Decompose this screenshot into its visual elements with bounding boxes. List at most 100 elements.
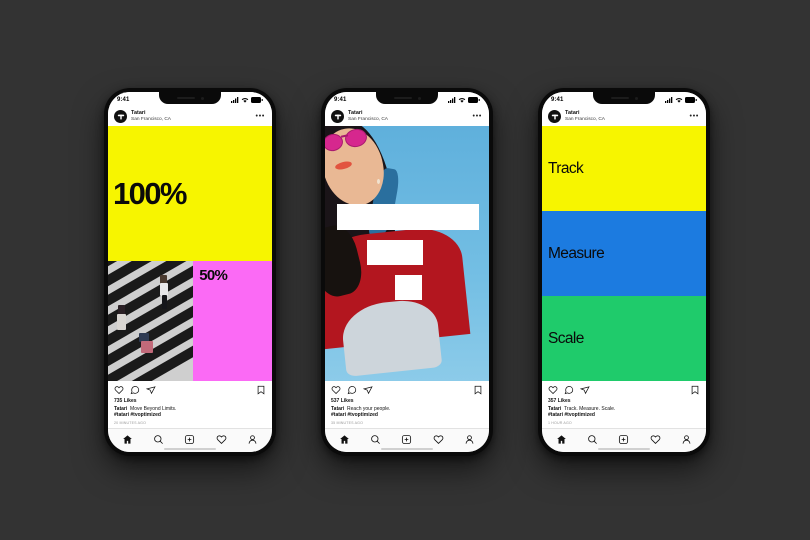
color-bands-creative: Track Measure Scale (542, 126, 706, 381)
home-icon[interactable] (122, 434, 133, 445)
likes-count[interactable]: 537 Likes (331, 398, 483, 404)
account-name[interactable]: Tatari (131, 110, 256, 116)
status-time: 9:41 (117, 96, 130, 103)
scene: 9:41 Tatari San Francisco, CA ••• 100% 5… (0, 0, 810, 540)
person-icon[interactable] (681, 434, 692, 445)
creative-lower-row: 50% (108, 261, 272, 381)
band-label: Measure (548, 244, 605, 262)
status-icons (231, 96, 263, 103)
band-track: Track (542, 126, 706, 211)
caption-text: Track. Measure. Scale. (564, 405, 616, 412)
pedestrian-figure (117, 314, 126, 331)
caption-account-name[interactable]: Tatari (548, 406, 561, 412)
home-icon[interactable] (339, 434, 350, 445)
more-options-button[interactable]: ••• (473, 113, 483, 120)
notch (159, 92, 221, 104)
search-icon[interactable] (587, 434, 598, 445)
heart-icon[interactable] (433, 434, 444, 445)
wifi-icon (241, 97, 249, 103)
status-time: 9:41 (334, 96, 347, 103)
speaker-grille (393, 97, 412, 99)
post-timestamp: 35 MINUTES AGO (331, 420, 364, 425)
signal-icon (448, 96, 456, 103)
more-options-button[interactable]: ••• (690, 113, 700, 120)
plus-box-icon[interactable] (401, 434, 412, 445)
person-icon[interactable] (464, 434, 475, 445)
post-media-1[interactable]: 100% 50% (108, 126, 272, 381)
band-label: Scale (548, 329, 584, 347)
caption-account-name[interactable]: Tatari (331, 406, 344, 412)
band-measure: Measure (542, 210, 706, 296)
signal-icon (231, 96, 239, 103)
portrait-photo (325, 126, 489, 381)
phone-screen-3: 9:41 Tatari San Francisco, CA ••• Track … (542, 92, 706, 452)
post-caption-1: 735 Likes Tatari Move Beyond Limits. #ta… (108, 396, 272, 428)
search-icon[interactable] (370, 434, 381, 445)
post-account-info: Tatari San Francisco, CA (348, 110, 473, 122)
caption-hashtags[interactable]: #tatari #tvoptimized (548, 412, 700, 418)
battery-icon (468, 96, 480, 103)
post-timestamp: 20 MINUTES AGO (114, 420, 147, 425)
account-name[interactable]: Tatari (565, 110, 690, 116)
home-indicator (598, 447, 650, 450)
plus-box-icon[interactable] (618, 434, 629, 445)
send-icon[interactable] (363, 385, 373, 395)
creative-headline-panel: 100% (108, 126, 272, 262)
likes-count[interactable]: 357 Likes (548, 398, 700, 404)
plus-box-icon[interactable] (184, 434, 195, 445)
band-scale: Scale (542, 295, 706, 381)
tatari-logo-icon (117, 114, 124, 119)
likes-count[interactable]: 735 Likes (114, 398, 266, 404)
account-location[interactable]: San Francisco, CA (131, 117, 256, 123)
home-icon[interactable] (556, 434, 567, 445)
comment-icon[interactable] (347, 385, 357, 395)
heart-icon[interactable] (216, 434, 227, 445)
notch (593, 92, 655, 104)
signal-icon (665, 96, 673, 103)
heart-icon[interactable] (331, 385, 341, 395)
comment-icon[interactable] (130, 385, 140, 395)
person-icon[interactable] (247, 434, 258, 445)
heart-icon[interactable] (650, 434, 661, 445)
post-header-2: Tatari San Francisco, CA ••• (325, 107, 489, 126)
caption-text: Move Beyond Limits. (130, 405, 177, 412)
heart-icon[interactable] (114, 385, 124, 395)
caption-line: Tatari Move Beyond Limits. (114, 406, 266, 412)
account-location[interactable]: San Francisco, CA (565, 117, 690, 123)
bookmark-icon[interactable] (690, 385, 700, 395)
comment-icon[interactable] (564, 385, 574, 395)
heart-icon[interactable] (548, 385, 558, 395)
post-media-2[interactable] (325, 126, 489, 381)
action-group (548, 385, 590, 395)
send-icon[interactable] (146, 385, 156, 395)
caption-account-name[interactable]: Tatari (114, 406, 127, 412)
bookmark-icon[interactable] (256, 385, 266, 395)
post-caption-3: 357 Likes Tatari Track. Measure. Scale. … (542, 396, 706, 428)
phone-screen-1: 9:41 Tatari San Francisco, CA ••• 100% 5… (108, 92, 272, 452)
battery-icon (251, 96, 263, 103)
post-actions-3 (542, 380, 706, 397)
front-camera (200, 96, 204, 100)
post-actions-1 (108, 380, 272, 397)
send-icon[interactable] (580, 385, 590, 395)
notch (376, 92, 438, 104)
status-icons (665, 96, 697, 103)
speaker-grille (176, 97, 195, 99)
post-account-info: Tatari San Francisco, CA (565, 110, 690, 122)
account-name[interactable]: Tatari (348, 110, 473, 116)
avatar[interactable] (548, 110, 561, 123)
bookmark-icon[interactable] (473, 385, 483, 395)
caption-hashtags[interactable]: #tatari #tvoptimized (114, 412, 266, 418)
post-caption-2: 537 Likes Tatari Reach your people. #tat… (325, 396, 489, 428)
avatar[interactable] (331, 110, 344, 123)
caption-hashtags[interactable]: #tatari #tvoptimized (331, 412, 483, 418)
post-media-3[interactable]: Track Measure Scale (542, 126, 706, 381)
more-options-button[interactable]: ••• (256, 113, 266, 120)
tatari-logo-icon (334, 114, 341, 119)
pedestrian-figure (162, 295, 167, 310)
search-icon[interactable] (153, 434, 164, 445)
account-location[interactable]: San Francisco, CA (348, 117, 473, 123)
avatar[interactable] (114, 110, 127, 123)
wifi-icon (675, 97, 683, 103)
earring (377, 179, 380, 184)
